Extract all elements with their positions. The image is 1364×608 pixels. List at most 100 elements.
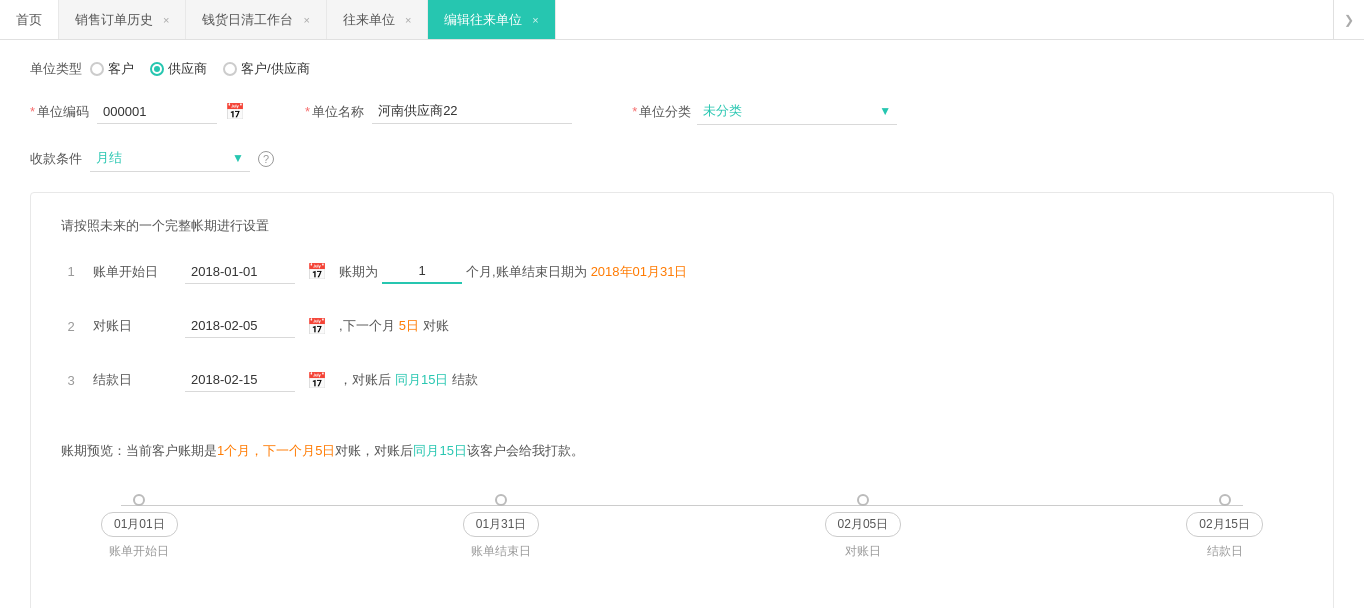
row3-num: 3 [61, 373, 81, 388]
row2-highlight: 5日 [399, 317, 419, 335]
node-badge-2: 02月05日 [825, 512, 902, 537]
account-start-row: 1 账单开始日 📅 账期为 个月,账单结束日期为 2018年01月31日 [61, 259, 1303, 284]
payment-date-input[interactable] [185, 368, 295, 392]
tab-sales-history[interactable]: 销售订单历史 × [59, 0, 186, 39]
unit-info-row: *单位编码 📅 *单位名称 *单位分类 未分类 ▼ [30, 98, 1334, 125]
tab-cash-work[interactable]: 钱货日清工作台 × [186, 0, 326, 39]
node-label-2: 对账日 [845, 543, 881, 560]
payment-terms-label: 收款条件 [30, 150, 82, 168]
unit-name-field: *单位名称 [305, 100, 572, 124]
row1-label: 账单开始日 [93, 263, 173, 281]
preview-part4: 同月15日 [413, 443, 466, 458]
payment-terms-row: 收款条件 月结 ▼ ? [30, 145, 1334, 172]
row2-calendar-icon[interactable]: 📅 [307, 317, 327, 336]
tab-edit-partner-close[interactable]: × [532, 14, 538, 26]
row2-label: 对账日 [93, 317, 173, 335]
radio-both-circle [223, 62, 237, 76]
payment-terms-arrow-icon: ▼ [232, 151, 244, 165]
preview-part5: 该客户会给我打款。 [467, 443, 584, 458]
node-label-3: 结款日 [1207, 543, 1243, 560]
radio-supplier[interactable]: 供应商 [150, 60, 207, 78]
tab-home[interactable]: 首页 [0, 0, 59, 39]
reconcile-row: 2 对账日 📅 ,下一个月5日对账 [61, 314, 1303, 338]
card-title: 请按照未来的一个完整帐期进行设置 [61, 217, 1303, 235]
period-value-input[interactable] [382, 259, 462, 284]
unit-name-required: * [305, 104, 310, 119]
tab-sales-history-label: 销售订单历史 [75, 11, 153, 29]
tab-partner[interactable]: 往来单位 × [327, 0, 428, 39]
radio-both[interactable]: 客户/供应商 [223, 60, 310, 78]
tab-bar: 首页 销售订单历史 × 钱货日清工作台 × 往来单位 × 编辑往来单位 × ❯ [0, 0, 1364, 40]
unit-category-field: *单位分类 未分类 ▼ [632, 98, 897, 125]
node-badge-1: 01月31日 [463, 512, 540, 537]
row2-desc-pre: ,下一个月 [339, 317, 395, 335]
preview-part1: 1个月， [217, 443, 263, 458]
row1-num: 1 [61, 264, 81, 279]
unit-code-required: * [30, 104, 35, 119]
unit-code-label: *单位编码 [30, 103, 89, 121]
timeline-node-0: 01月01日 账单开始日 [101, 494, 178, 560]
unit-type-label: 单位类型 [30, 60, 82, 78]
radio-supplier-circle [150, 62, 164, 76]
payment-terms-field: 收款条件 月结 ▼ ? [30, 145, 274, 172]
unit-category-required: * [632, 104, 637, 119]
timeline-node-2: 02月05日 对账日 [825, 494, 902, 560]
tab-edit-partner[interactable]: 编辑往来单位 × [428, 0, 555, 39]
radio-customer-label: 客户 [108, 60, 134, 78]
node-label-0: 账单开始日 [109, 543, 169, 560]
row2-desc-post: 对账 [423, 317, 449, 335]
main-content: 单位类型 客户 供应商 客户/供应商 *单位编码 [0, 40, 1364, 608]
timeline-nodes: 01月01日 账单开始日 01月31日 账单结束日 02月05日 对账日 [101, 494, 1263, 560]
tab-partner-close[interactable]: × [405, 14, 411, 26]
row3-label: 结款日 [93, 371, 173, 389]
tab-home-label: 首页 [16, 11, 42, 29]
node-circle-3 [1219, 494, 1231, 506]
node-circle-0 [133, 494, 145, 506]
tab-sales-history-close[interactable]: × [163, 14, 169, 26]
tab-cash-work-label: 钱货日清工作台 [202, 11, 293, 29]
period-card: 请按照未来的一个完整帐期进行设置 1 账单开始日 📅 账期为 个月,账单结束日期… [30, 192, 1334, 608]
preview-text: 账期预览：当前客户账期是1个月，下一个月5日对账，对账后同月15日该客户会给我打… [61, 442, 1303, 460]
row1-period-post: 个月,账单结束日期为 [466, 263, 587, 281]
node-badge-0: 01月01日 [101, 512, 178, 537]
row2-num: 2 [61, 319, 81, 334]
tab-edit-partner-label: 编辑往来单位 [444, 11, 522, 29]
row1-calendar-icon[interactable]: 📅 [307, 262, 327, 281]
row3-desc-post: 结款 [452, 371, 478, 389]
node-circle-2 [857, 494, 869, 506]
account-start-date-input[interactable] [185, 260, 295, 284]
node-label-1: 账单结束日 [471, 543, 531, 560]
row1-period-pre: 账期为 [339, 263, 378, 281]
preview-part2: 下一个月5日 [263, 443, 335, 458]
preview-part3: 对账，对账后 [335, 443, 413, 458]
payment-terms-help-icon[interactable]: ? [258, 151, 274, 167]
node-circle-1 [495, 494, 507, 506]
payment-terms-select[interactable]: 月结 ▼ [90, 145, 250, 172]
unit-code-field: *单位编码 📅 [30, 100, 245, 124]
tab-more-arrow[interactable]: ❯ [1333, 0, 1364, 39]
unit-code-icon[interactable]: 📅 [225, 102, 245, 121]
unit-category-label: *单位分类 [632, 103, 691, 121]
radio-supplier-label: 供应商 [168, 60, 207, 78]
timeline-node-3: 02月15日 结款日 [1186, 494, 1263, 560]
radio-customer[interactable]: 客户 [90, 60, 134, 78]
timeline-node-1: 01月31日 账单结束日 [463, 494, 540, 560]
tab-cash-work-close[interactable]: × [303, 14, 309, 26]
payment-terms-value: 月结 [96, 149, 232, 167]
reconcile-date-input[interactable] [185, 314, 295, 338]
preview-label: 账期预览：当前客户账期是 [61, 443, 217, 458]
tab-partner-label: 往来单位 [343, 11, 395, 29]
row3-desc: ，对账后同月15日结款 [339, 371, 478, 389]
timeline-wrapper: 01月01日 账单开始日 01月31日 账单结束日 02月05日 对账日 [61, 484, 1303, 590]
row2-desc: ,下一个月5日对账 [339, 317, 449, 335]
unit-name-label: *单位名称 [305, 103, 364, 121]
unit-category-value: 未分类 [703, 102, 879, 120]
unit-type-row: 单位类型 客户 供应商 客户/供应商 [30, 60, 1334, 78]
row3-highlight: 同月15日 [395, 371, 448, 389]
unit-type-field: 单位类型 客户 供应商 客户/供应商 [30, 60, 310, 78]
row3-calendar-icon[interactable]: 📅 [307, 371, 327, 390]
radio-both-label: 客户/供应商 [241, 60, 310, 78]
unit-name-input[interactable] [372, 100, 572, 124]
unit-code-input[interactable] [97, 100, 217, 124]
unit-category-select[interactable]: 未分类 ▼ [697, 98, 897, 125]
